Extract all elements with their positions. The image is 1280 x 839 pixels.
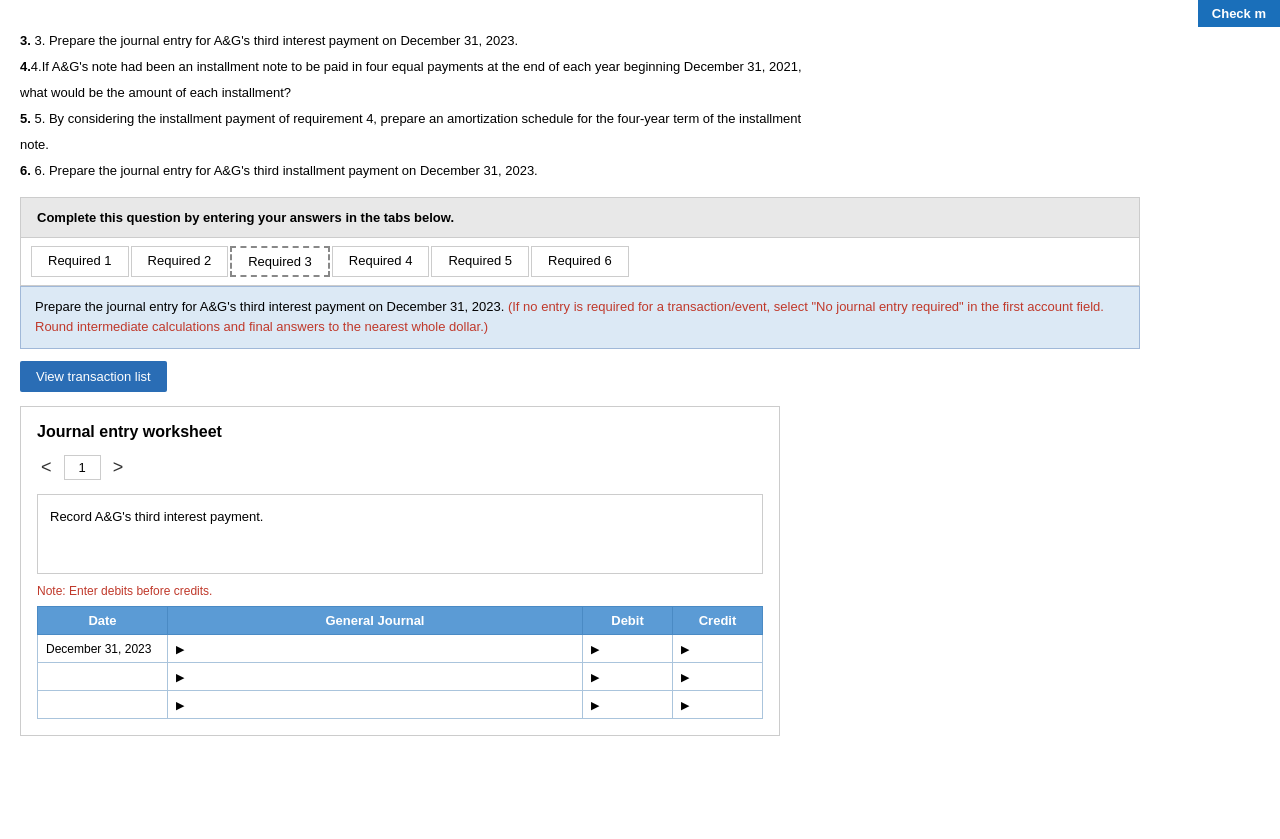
instruction-main: Prepare the journal entry for A&G's thir…: [35, 299, 504, 314]
table-row: ▶ ▶ ▶: [38, 691, 763, 719]
tab-required-4[interactable]: Required 4: [332, 246, 430, 277]
cell-debit-2[interactable]: ▶: [583, 663, 673, 691]
nav-row: < 1 >: [37, 455, 763, 480]
journal-table: Date General Journal Debit Credit Decemb…: [37, 606, 763, 719]
instructions-block: 3. 3. Prepare the journal entry for A&G'…: [20, 30, 1140, 183]
cell-date-3: [38, 691, 168, 719]
debit-input-2[interactable]: [605, 669, 660, 684]
table-row: ▶ ▶ ▶: [38, 663, 763, 691]
col-header-debit: Debit: [583, 607, 673, 635]
cell-debit-1[interactable]: ▶: [583, 635, 673, 663]
cell-date-2: [38, 663, 168, 691]
worksheet-box: Journal entry worksheet < 1 > Record A&G…: [20, 406, 780, 736]
tab-required-2[interactable]: Required 2: [131, 246, 229, 277]
journal-input-2[interactable]: [190, 669, 548, 684]
prev-page-button[interactable]: <: [37, 457, 56, 478]
complete-box: Complete this question by entering your …: [20, 197, 1140, 238]
instruction-line3: 3. 3. Prepare the journal entry for A&G'…: [20, 30, 1140, 52]
record-label: Record A&G's third interest payment.: [50, 509, 263, 524]
complete-box-text: Complete this question by entering your …: [37, 210, 454, 225]
credit-input-2[interactable]: [695, 669, 750, 684]
credit-input-3[interactable]: [695, 697, 750, 712]
page-number: 1: [64, 455, 101, 480]
instruction-line4: 4.4.If A&G's note had been an installmen…: [20, 56, 1140, 78]
tabs-container: Required 1 Required 2 Required 3 Require…: [20, 238, 1140, 286]
cell-debit-3[interactable]: ▶: [583, 691, 673, 719]
instruction-blue-box: Prepare the journal entry for A&G's thir…: [20, 286, 1140, 350]
topbar-label: Check m: [1212, 6, 1266, 21]
next-page-button[interactable]: >: [109, 457, 128, 478]
tab-required-6[interactable]: Required 6: [531, 246, 629, 277]
cell-credit-1[interactable]: ▶: [673, 635, 763, 663]
cell-journal-1[interactable]: ▶: [168, 635, 583, 663]
debit-input-1[interactable]: [605, 641, 660, 656]
table-row: December 31, 2023 ▶ ▶ ▶: [38, 635, 763, 663]
col-header-date: Date: [38, 607, 168, 635]
record-box: Record A&G's third interest payment.: [37, 494, 763, 574]
cell-journal-3[interactable]: ▶: [168, 691, 583, 719]
journal-input-3[interactable]: [190, 697, 548, 712]
instruction-line5b: note.: [20, 134, 1140, 156]
tab-required-3[interactable]: Required 3: [230, 246, 330, 277]
col-header-journal: General Journal: [168, 607, 583, 635]
instruction-line5: 5. 5. By considering the installment pay…: [20, 108, 1140, 130]
tab-required-1[interactable]: Required 1: [31, 246, 129, 277]
note-text: Note: Enter debits before credits.: [37, 584, 763, 598]
view-transaction-list-button[interactable]: View transaction list: [20, 361, 167, 392]
cell-credit-2[interactable]: ▶: [673, 663, 763, 691]
credit-input-1[interactable]: [695, 641, 750, 656]
instruction-line4b: what would be the amount of each install…: [20, 82, 1140, 104]
journal-input-1[interactable]: [190, 641, 548, 656]
cell-journal-2[interactable]: ▶: [168, 663, 583, 691]
cell-credit-3[interactable]: ▶: [673, 691, 763, 719]
tab-required-5[interactable]: Required 5: [431, 246, 529, 277]
debit-input-3[interactable]: [605, 697, 660, 712]
col-header-credit: Credit: [673, 607, 763, 635]
worksheet-title: Journal entry worksheet: [37, 423, 763, 441]
check-my-button[interactable]: Check m: [1198, 0, 1280, 27]
cell-date-1: December 31, 2023: [38, 635, 168, 663]
instruction-line6: 6. 6. Prepare the journal entry for A&G'…: [20, 160, 1140, 182]
